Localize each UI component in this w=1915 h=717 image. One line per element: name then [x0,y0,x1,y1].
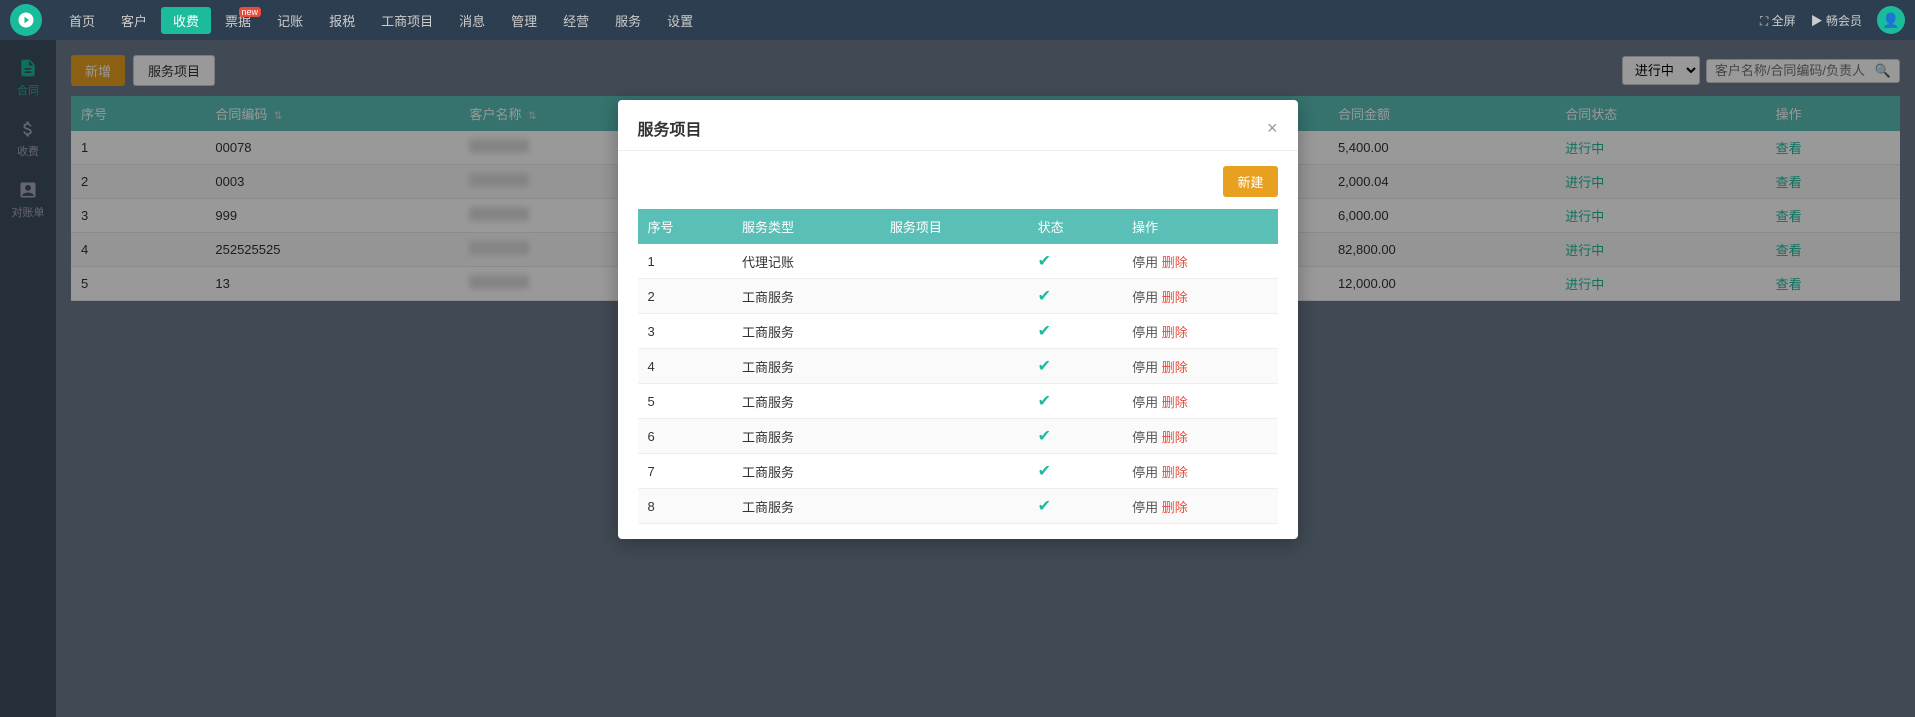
modal-table-row: 3 工商服务 ✔ 停用 删除 [638,314,1278,349]
modal-cell-actions: 停用 删除 [1122,384,1277,419]
modal-cell-no: 8 [638,489,732,524]
fullscreen-btn[interactable]: ⛶ 全屏 [1760,12,1796,29]
nav-revenue[interactable]: 收费 [161,7,211,34]
stop-button[interactable]: 停用 [1132,322,1158,341]
nav-invoice[interactable]: 票据 new [213,7,263,34]
modal-table: 序号 服务类型 服务项目 状态 操作 1 代理记账 ✔ 停用 删除 2 工商服务… [638,209,1278,524]
modal-cell-item [880,419,1028,454]
delete-button[interactable]: 删除 [1162,322,1188,341]
delete-button[interactable]: 删除 [1162,462,1188,481]
modal-col-action: 操作 [1122,209,1277,244]
nav-items: 首页 客户 收费 票据 new 记账 报税 工商项目 消息 管理 经营 服务 设… [57,7,1760,34]
modal-cell-actions: 停用 删除 [1122,489,1277,524]
modal-cell-type: 代理记账 [732,244,880,279]
modal-cell-type: 工商服务 [732,384,880,419]
modal-cell-status: ✔ [1028,279,1122,314]
modal-cell-actions: 停用 删除 [1122,454,1277,489]
stop-button[interactable]: 停用 [1132,357,1158,376]
modal-cell-status: ✔ [1028,349,1122,384]
delete-button[interactable]: 删除 [1162,392,1188,411]
modal-col-item: 服务项目 [880,209,1028,244]
modal-cell-no: 7 [638,454,732,489]
modal-close-button[interactable]: × [1267,119,1278,137]
modal-cell-type: 工商服务 [732,489,880,524]
right-area: ⛶ 全屏 ▶ 畅会员 👤 [1760,6,1905,34]
nav-customer[interactable]: 客户 [109,7,159,34]
stop-button[interactable]: 停用 [1132,427,1158,446]
delete-button[interactable]: 删除 [1162,427,1188,446]
modal-table-row: 6 工商服务 ✔ 停用 删除 [638,419,1278,454]
delete-button[interactable]: 删除 [1162,252,1188,271]
nav-tax[interactable]: 报税 [317,7,367,34]
delete-button[interactable]: 删除 [1162,497,1188,516]
modal-cell-type: 工商服务 [732,349,880,384]
modal-cell-status: ✔ [1028,244,1122,279]
modal: 服务项目 × 新建 序号 服务类型 服务项目 状态 操作 1 代理记账 [618,100,1298,539]
modal-cell-status: ✔ [1028,419,1122,454]
modal-header: 服务项目 × [618,100,1298,151]
nav-manage[interactable]: 管理 [499,7,549,34]
modal-cell-type: 工商服务 [732,454,880,489]
modal-cell-item [880,244,1028,279]
modal-cell-no: 5 [638,384,732,419]
modal-cell-actions: 停用 删除 [1122,349,1277,384]
delete-button[interactable]: 删除 [1162,287,1188,306]
modal-cell-item [880,279,1028,314]
modal-table-row: 4 工商服务 ✔ 停用 删除 [638,349,1278,384]
modal-overlay[interactable]: 服务项目 × 新建 序号 服务类型 服务项目 状态 操作 1 代理记账 [0,40,1915,717]
modal-cell-actions: 停用 删除 [1122,244,1277,279]
modal-cell-actions: 停用 删除 [1122,279,1277,314]
app-logo[interactable] [10,4,42,36]
nav-message[interactable]: 消息 [447,7,497,34]
modal-cell-status: ✔ [1028,384,1122,419]
modal-cell-item [880,314,1028,349]
modal-cell-item [880,384,1028,419]
modal-title: 服务项目 [638,116,702,140]
member-btn[interactable]: ▶ 畅会员 [1811,12,1862,29]
modal-table-row: 2 工商服务 ✔ 停用 删除 [638,279,1278,314]
stop-button[interactable]: 停用 [1132,462,1158,481]
top-nav: 首页 客户 收费 票据 new 记账 报税 工商项目 消息 管理 经营 服务 设… [0,0,1915,40]
modal-toolbar: 新建 [638,166,1278,197]
modal-cell-no: 1 [638,244,732,279]
modal-col-status: 状态 [1028,209,1122,244]
nav-service[interactable]: 服务 [603,7,653,34]
modal-cell-type: 工商服务 [732,314,880,349]
modal-table-row: 7 工商服务 ✔ 停用 删除 [638,454,1278,489]
modal-table-row: 5 工商服务 ✔ 停用 删除 [638,384,1278,419]
stop-button[interactable]: 停用 [1132,392,1158,411]
modal-cell-item [880,454,1028,489]
modal-cell-no: 2 [638,279,732,314]
nav-settings[interactable]: 设置 [655,7,705,34]
modal-cell-status: ✔ [1028,314,1122,349]
modal-col-no: 序号 [638,209,732,244]
modal-cell-item [880,349,1028,384]
new-service-button[interactable]: 新建 [1223,166,1277,197]
modal-cell-type: 工商服务 [732,419,880,454]
modal-cell-type: 工商服务 [732,279,880,314]
avatar[interactable]: 👤 [1877,6,1905,34]
stop-button[interactable]: 停用 [1132,287,1158,306]
modal-col-type: 服务类型 [732,209,880,244]
modal-cell-item [880,489,1028,524]
stop-button[interactable]: 停用 [1132,252,1158,271]
modal-cell-no: 3 [638,314,732,349]
nav-account[interactable]: 记账 [265,7,315,34]
modal-body: 新建 序号 服务类型 服务项目 状态 操作 1 代理记账 ✔ 停用 删除 [618,151,1298,539]
nav-business[interactable]: 工商项目 [369,7,445,34]
modal-cell-status: ✔ [1028,454,1122,489]
modal-cell-status: ✔ [1028,489,1122,524]
nav-home[interactable]: 首页 [57,7,107,34]
modal-cell-actions: 停用 删除 [1122,419,1277,454]
delete-button[interactable]: 删除 [1162,357,1188,376]
new-badge: new [239,7,262,17]
stop-button[interactable]: 停用 [1132,497,1158,516]
modal-cell-actions: 停用 删除 [1122,314,1277,349]
modal-cell-no: 6 [638,419,732,454]
modal-table-row: 8 工商服务 ✔ 停用 删除 [638,489,1278,524]
modal-cell-no: 4 [638,349,732,384]
modal-table-row: 1 代理记账 ✔ 停用 删除 [638,244,1278,279]
nav-finance[interactable]: 经营 [551,7,601,34]
